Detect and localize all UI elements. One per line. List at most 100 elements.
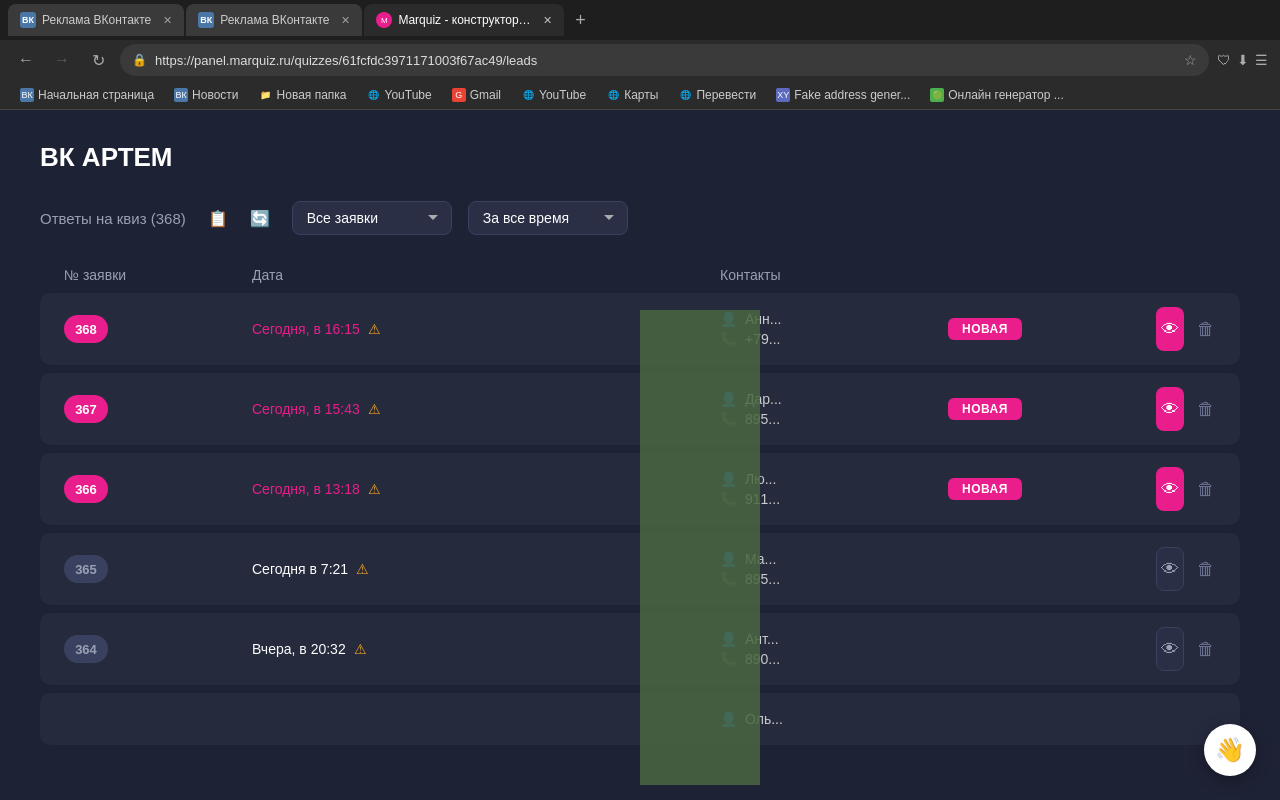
contact-name-363: 👤 Оль... xyxy=(720,711,940,727)
bm-green-icon: 🟢 xyxy=(930,88,944,102)
status-badge-368: НОВАЯ xyxy=(948,318,1022,340)
contact-name-365: 👤 Ма... xyxy=(720,551,940,567)
tab-2-close[interactable]: ✕ xyxy=(341,14,350,27)
bm-gmail-icon: G xyxy=(452,88,466,102)
bookmark-youtube1-label: YouTube xyxy=(385,88,432,102)
delete-button-367[interactable]: 🗑 xyxy=(1196,393,1216,425)
bookmark-gmail-label: Gmail xyxy=(470,88,501,102)
warning-icon-367: ⚠ xyxy=(368,401,381,417)
view-button-368[interactable]: 👁 xyxy=(1156,307,1184,351)
bookmark-maps[interactable]: 🌐 Карты xyxy=(598,86,666,104)
page-title: ВК АРТЕМ xyxy=(40,142,1240,173)
date-select[interactable]: За все время Сегодня Вчера За неделю xyxy=(468,201,628,235)
contact-phone-text-366: 911... xyxy=(745,491,780,507)
row-number-364: 364 xyxy=(64,635,244,663)
bm-translate-icon: 🌐 xyxy=(678,88,692,102)
bookmark-maps-label: Карты xyxy=(624,88,658,102)
table-row: 👤 Оль... xyxy=(40,693,1240,745)
bm-vk-icon-2: ВК xyxy=(174,88,188,102)
bookmark-translate-label: Перевести xyxy=(696,88,756,102)
status-badge-367: НОВАЯ xyxy=(948,398,1022,420)
warning-icon-366: ⚠ xyxy=(368,481,381,497)
bookmark-generator[interactable]: 🟢 Онлайн генератор ... xyxy=(922,86,1072,104)
address-bar[interactable]: 🔒 https://panel.marquiz.ru/quizzes/61fcf… xyxy=(120,44,1209,76)
person-icon-364: 👤 xyxy=(720,631,737,647)
contact-cell-367: 👤 Дар... 📞 895... xyxy=(720,391,940,427)
back-button[interactable]: ← xyxy=(12,46,40,74)
view-button-367[interactable]: 👁 xyxy=(1156,387,1184,431)
reload-button[interactable]: ↻ xyxy=(84,46,112,74)
badge-367: 367 xyxy=(64,395,108,423)
table-header: № заявки Дата Контакты xyxy=(40,267,1240,293)
toolbar: Ответы на квиз (368) 📋 🔄 Все заявки Новы… xyxy=(40,201,1240,235)
tab-3-close[interactable]: ✕ xyxy=(543,14,552,27)
vk-icon-1: ВК xyxy=(20,12,36,28)
bookmark-youtube1[interactable]: 🌐 YouTube xyxy=(359,86,440,104)
wave-button[interactable]: 👋 xyxy=(1204,724,1256,776)
contact-phone-368: 📞 +79... xyxy=(720,331,940,347)
toolbar-icons: 📋 🔄 xyxy=(202,202,276,234)
view-button-366[interactable]: 👁 xyxy=(1156,467,1184,511)
row-date-366: Сегодня, в 13:18 ⚠ xyxy=(252,481,712,497)
new-tab-button[interactable]: + xyxy=(566,6,594,34)
contact-name-364: 👤 Ант... xyxy=(720,631,940,647)
view-button-364[interactable]: 👁 xyxy=(1156,627,1184,671)
row-date-364: Вчера, в 20:32 ⚠ xyxy=(252,641,712,657)
bookmark-fakeaddr-label: Fake address gener... xyxy=(794,88,910,102)
bookmark-folder-label: Новая папка xyxy=(277,88,347,102)
delete-button-366[interactable]: 🗑 xyxy=(1196,473,1216,505)
refresh-button[interactable]: 🔄 xyxy=(244,202,276,234)
filter-select[interactable]: Все заявки Новые Обработанные xyxy=(292,201,452,235)
bookmark-youtube2[interactable]: 🌐 YouTube xyxy=(513,86,594,104)
status-cell-366: НОВАЯ xyxy=(948,478,1148,500)
bookmarks-bar: ВК Начальная страница ВК Новости 📁 Новая… xyxy=(0,80,1280,110)
delete-button-368[interactable]: 🗑 xyxy=(1196,313,1216,345)
contact-name-text-367: Дар... xyxy=(745,391,782,407)
tab-2[interactable]: ВК Реклама ВКонтакте ✕ xyxy=(186,4,362,36)
bookmark-translate[interactable]: 🌐 Перевести xyxy=(670,86,764,104)
download-icon[interactable]: ⬇ xyxy=(1237,52,1249,68)
phone-icon-364: 📞 xyxy=(720,651,737,667)
marquiz-icon: M xyxy=(376,12,392,28)
date-text-365: Сегодня в 7:21 xyxy=(252,561,348,577)
extensions-icon[interactable]: 🛡 xyxy=(1217,52,1231,68)
warning-icon-365: ⚠ xyxy=(356,561,369,577)
view-button-365[interactable]: 👁 xyxy=(1156,547,1184,591)
delete-button-364[interactable]: 🗑 xyxy=(1196,633,1216,665)
bookmark-star[interactable]: ☆ xyxy=(1184,52,1197,68)
table-row: 367 Сегодня, в 15:43 ⚠ 👤 Дар... 📞 895...… xyxy=(40,373,1240,445)
row-number-367: 367 xyxy=(64,395,244,423)
nav-bar: ← → ↻ 🔒 https://panel.marquiz.ru/quizzes… xyxy=(0,40,1280,80)
tab-1[interactable]: ВК Реклама ВКонтакте ✕ xyxy=(8,4,184,36)
bookmark-news[interactable]: ВК Новости xyxy=(166,86,246,104)
date-text-368: Сегодня, в 16:15 xyxy=(252,321,360,337)
bookmark-fakeaddr[interactable]: XY Fake address gener... xyxy=(768,86,918,104)
status-badge-366: НОВАЯ xyxy=(948,478,1022,500)
bookmark-folder[interactable]: 📁 Новая папка xyxy=(251,86,355,104)
menu-icon[interactable]: ☰ xyxy=(1255,52,1268,68)
badge-366: 366 xyxy=(64,475,108,503)
bookmark-gmail[interactable]: G Gmail xyxy=(444,86,509,104)
tab-1-close[interactable]: ✕ xyxy=(163,14,172,27)
badge-368: 368 xyxy=(64,315,108,343)
date-text-366: Сегодня, в 13:18 xyxy=(252,481,360,497)
phone-icon-365: 📞 xyxy=(720,571,737,587)
phone-icon-368: 📞 xyxy=(720,331,737,347)
contact-cell-365: 👤 Ма... 📞 895... xyxy=(720,551,940,587)
table-row: 368 Сегодня, в 16:15 ⚠ 👤 Анн... 📞 +79...… xyxy=(40,293,1240,365)
bookmark-home[interactable]: ВК Начальная страница xyxy=(12,86,162,104)
contact-cell-368: 👤 Анн... 📞 +79... xyxy=(720,311,940,347)
bm-maps-icon: 🌐 xyxy=(606,88,620,102)
forward-button[interactable]: → xyxy=(48,46,76,74)
delete-button-365[interactable]: 🗑 xyxy=(1196,553,1216,585)
export-button[interactable]: 📋 xyxy=(202,202,234,234)
col-contacts: Контакты xyxy=(720,267,940,283)
contact-name-367: 👤 Дар... xyxy=(720,391,940,407)
lock-icon: 🔒 xyxy=(132,53,147,67)
phone-icon-366: 📞 xyxy=(720,491,737,507)
warning-icon-368: ⚠ xyxy=(368,321,381,337)
person-icon-368: 👤 xyxy=(720,311,737,327)
contact-cell-366: 👤 Лю... 📞 911... xyxy=(720,471,940,507)
action-cell-366: 👁 🗑 xyxy=(1156,467,1216,511)
tab-3[interactable]: M Marquiz - конструктор маркет... ✕ xyxy=(364,4,564,36)
